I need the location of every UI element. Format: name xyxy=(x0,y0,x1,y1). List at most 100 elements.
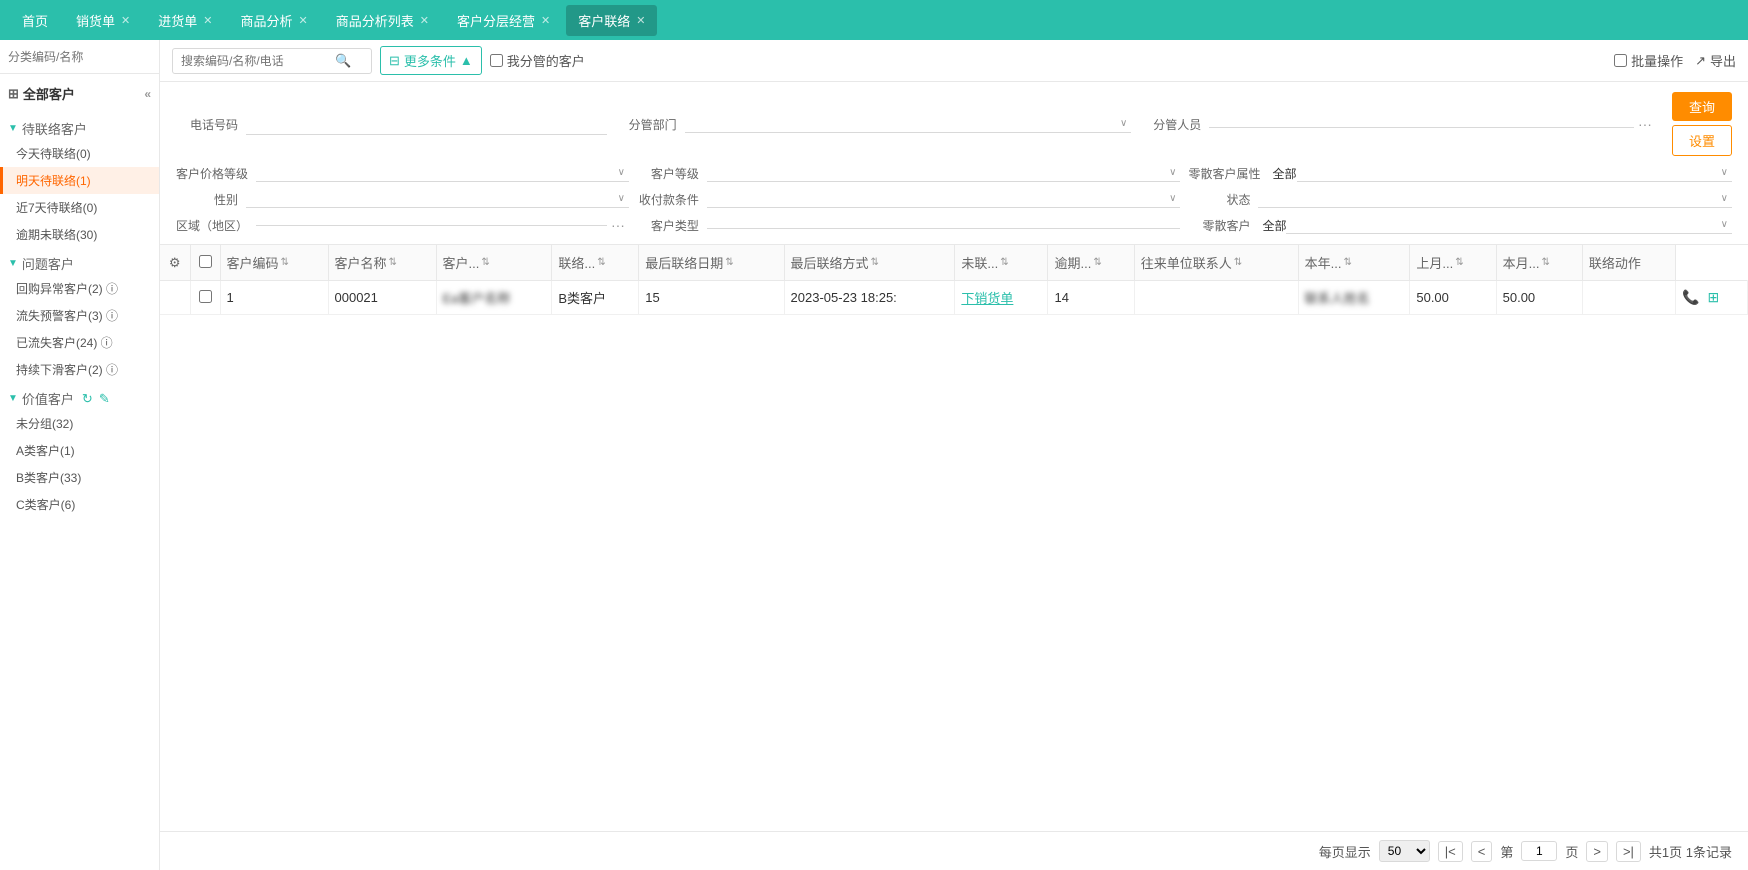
nav-analysis-table-label: 商品分析列表 xyxy=(336,11,414,30)
payment-select[interactable]: ∨ xyxy=(707,190,1181,208)
last-page-btn[interactable]: >| xyxy=(1616,841,1641,862)
retail-attr-select[interactable]: ∨ xyxy=(1297,164,1733,182)
nav-home[interactable]: 首页 xyxy=(10,5,60,36)
gear-icon[interactable]: ⚙ xyxy=(169,255,181,270)
sort-icon-code[interactable]: ⇅ xyxy=(281,257,289,268)
sidebar-search-input[interactable] xyxy=(8,50,160,64)
first-page-btn[interactable]: |< xyxy=(1438,841,1463,862)
sidebar-item-class-a[interactable]: A类客户(1) xyxy=(0,437,159,464)
sort-icon-method[interactable]: ⇅ xyxy=(871,257,879,268)
select-all-checkbox[interactable] xyxy=(199,255,212,268)
chevron-down-icon-2: ∨ xyxy=(618,167,625,178)
sort-icon-name[interactable]: ⇅ xyxy=(389,257,397,268)
sort-icon-overdue[interactable]: ⇅ xyxy=(1093,257,1101,268)
nav-analysis-table[interactable]: 商品分析列表 ✕ xyxy=(324,5,441,36)
sort-icon-lastmonth[interactable]: ⇅ xyxy=(1455,257,1463,268)
nav-customer-contact[interactable]: 客户联络 ✕ xyxy=(566,5,657,36)
gender-select[interactable]: ∨ xyxy=(246,190,629,208)
collapse-icon[interactable]: « xyxy=(144,87,151,101)
batch-op-btn[interactable]: 批量操作 xyxy=(1614,51,1683,70)
nav-customer-segment-close-icon[interactable]: ✕ xyxy=(541,14,550,27)
sort-icon-company[interactable]: ⇅ xyxy=(1234,257,1242,268)
phone-label: 电话号码 xyxy=(176,116,246,133)
grid-action-icon[interactable]: ⊞ xyxy=(1707,289,1719,306)
query-button[interactable]: 查询 xyxy=(1672,92,1732,121)
retail-customer-select[interactable]: ∨ xyxy=(1286,216,1732,234)
sidebar-item-ungrouped[interactable]: 未分组(32) xyxy=(0,410,159,437)
search-box: 🔍 xyxy=(172,48,372,74)
my-customers-checkbox[interactable] xyxy=(490,54,503,67)
sidebar-item-week7[interactable]: 近7天待联络(0) xyxy=(0,194,159,221)
prev-page-btn[interactable]: < xyxy=(1471,841,1493,862)
phone-action-icon[interactable]: 📞 xyxy=(1682,289,1699,306)
th-this-month-label: 本月... xyxy=(1503,253,1540,272)
problem-customers-group-label: ▼ 问题客户 xyxy=(0,248,159,275)
my-customers-checkbox-container: 我分管的客户 xyxy=(490,51,585,70)
last-contact-method-link[interactable]: 下销货单 xyxy=(961,291,1013,306)
sidebar-item-overdue[interactable]: 逾期未联络(30) xyxy=(0,221,159,248)
nav-sales[interactable]: 销货单 ✕ xyxy=(64,5,142,36)
person-more-icon[interactable]: ··· xyxy=(1634,116,1656,132)
content-area: 🔍 ⊟ 更多条件 ▲ 我分管的客户 批量操作 ↗ 导出 xyxy=(160,40,1748,870)
sidebar-item-decline[interactable]: 持续下滑客户(2) ⓘ xyxy=(0,356,159,383)
td-this-year: 50.00 xyxy=(1410,281,1496,315)
sidebar-item-today[interactable]: 今天待联络(0) xyxy=(0,140,159,167)
problem-customers-label: 问题客户 xyxy=(22,254,74,273)
sidebar-item-class-c[interactable]: C类客户(6) xyxy=(0,491,159,518)
refresh-icon[interactable]: ↻ xyxy=(82,391,93,407)
region-more-icon[interactable]: ··· xyxy=(607,217,629,233)
row-checkbox[interactable] xyxy=(199,290,212,303)
reset-button[interactable]: 设置 xyxy=(1672,125,1732,156)
nav-purchase-close-icon[interactable]: ✕ xyxy=(203,14,212,27)
chevron-down-icon-7: ∨ xyxy=(1721,193,1728,204)
sidebar-all-customers[interactable]: ⊞ 全部客户 « xyxy=(0,78,159,109)
next-page-btn[interactable]: > xyxy=(1586,841,1608,862)
nav-sales-close-icon[interactable]: ✕ xyxy=(121,14,130,27)
td-last-contact-date: 2023-05-23 18:25: xyxy=(784,281,955,315)
sidebar-item-tomorrow[interactable]: 明天待联络(1) xyxy=(0,167,159,194)
customer-level-select[interactable]: ∨ xyxy=(707,164,1181,182)
th-last-month-label: 上月... xyxy=(1416,253,1453,272)
sidebar-item-class-b[interactable]: B类客户(33) xyxy=(0,464,159,491)
per-page-label: 每页显示 xyxy=(1319,842,1371,861)
nav-customer-contact-close-icon[interactable]: ✕ xyxy=(636,14,645,27)
filter-btn[interactable]: ⊟ 更多条件 ▲ xyxy=(380,46,482,75)
sort-icon-thismonth[interactable]: ⇅ xyxy=(1541,257,1549,268)
person-label: 分管人员 xyxy=(1139,116,1209,133)
search-input[interactable] xyxy=(181,54,331,68)
status-select[interactable]: ∨ xyxy=(1258,190,1732,208)
th-type-label: 客户... xyxy=(443,253,480,272)
batch-op-checkbox[interactable] xyxy=(1614,54,1627,67)
per-page-select[interactable]: 50 100 200 xyxy=(1379,840,1430,862)
th-name-label: 客户名称 xyxy=(335,253,387,272)
chevron-down-icon: ∨ xyxy=(1120,118,1127,129)
th-no-contact: 未联... ⇅ xyxy=(955,245,1048,281)
customer-type-select[interactable] xyxy=(707,222,1181,229)
sort-icon-type[interactable]: ⇅ xyxy=(481,257,489,268)
sort-icon-contact[interactable]: ⇅ xyxy=(597,257,605,268)
sidebar-item-repurchase[interactable]: 回购异常客户(2) ⓘ xyxy=(0,275,159,302)
chevron-down-icon-3: ∨ xyxy=(1169,167,1176,178)
sort-icon-nocontact[interactable]: ⇅ xyxy=(1000,257,1008,268)
th-code: 客户编码 ⇅ xyxy=(220,245,328,281)
nav-purchase[interactable]: 进货单 ✕ xyxy=(146,5,224,36)
nav-analysis-table-close-icon[interactable]: ✕ xyxy=(420,14,429,27)
sort-icon-year[interactable]: ⇅ xyxy=(1343,257,1351,268)
edit-icon[interactable]: ✎ xyxy=(99,391,110,407)
table-row: 1 000021 Ea客户名称 B类客户 15 2023-05-23 18:25… xyxy=(160,281,1748,315)
nav-analysis[interactable]: 商品分析 ✕ xyxy=(228,5,319,36)
phone-input[interactable] xyxy=(246,114,607,135)
export-icon: ↗ xyxy=(1695,53,1706,69)
dept-select[interactable]: ∨ xyxy=(685,115,1132,133)
customer-price-select[interactable]: ∨ xyxy=(256,164,629,182)
page-label: 第 xyxy=(1500,842,1513,861)
search-icon[interactable]: 🔍 xyxy=(335,53,351,69)
filter-retail-customer: 零散客户 全部 ∨ xyxy=(1188,216,1732,234)
sidebar-item-lost[interactable]: 已流失客户(24) ⓘ xyxy=(0,329,159,356)
sort-icon-date[interactable]: ⇅ xyxy=(725,257,733,268)
sidebar-item-lost-risk[interactable]: 流失预警客户(3) ⓘ xyxy=(0,302,159,329)
nav-customer-segment[interactable]: 客户分层经营 ✕ xyxy=(445,5,562,36)
nav-analysis-close-icon[interactable]: ✕ xyxy=(299,14,308,27)
page-number-input[interactable] xyxy=(1521,841,1557,861)
export-btn[interactable]: ↗ 导出 xyxy=(1695,51,1736,70)
